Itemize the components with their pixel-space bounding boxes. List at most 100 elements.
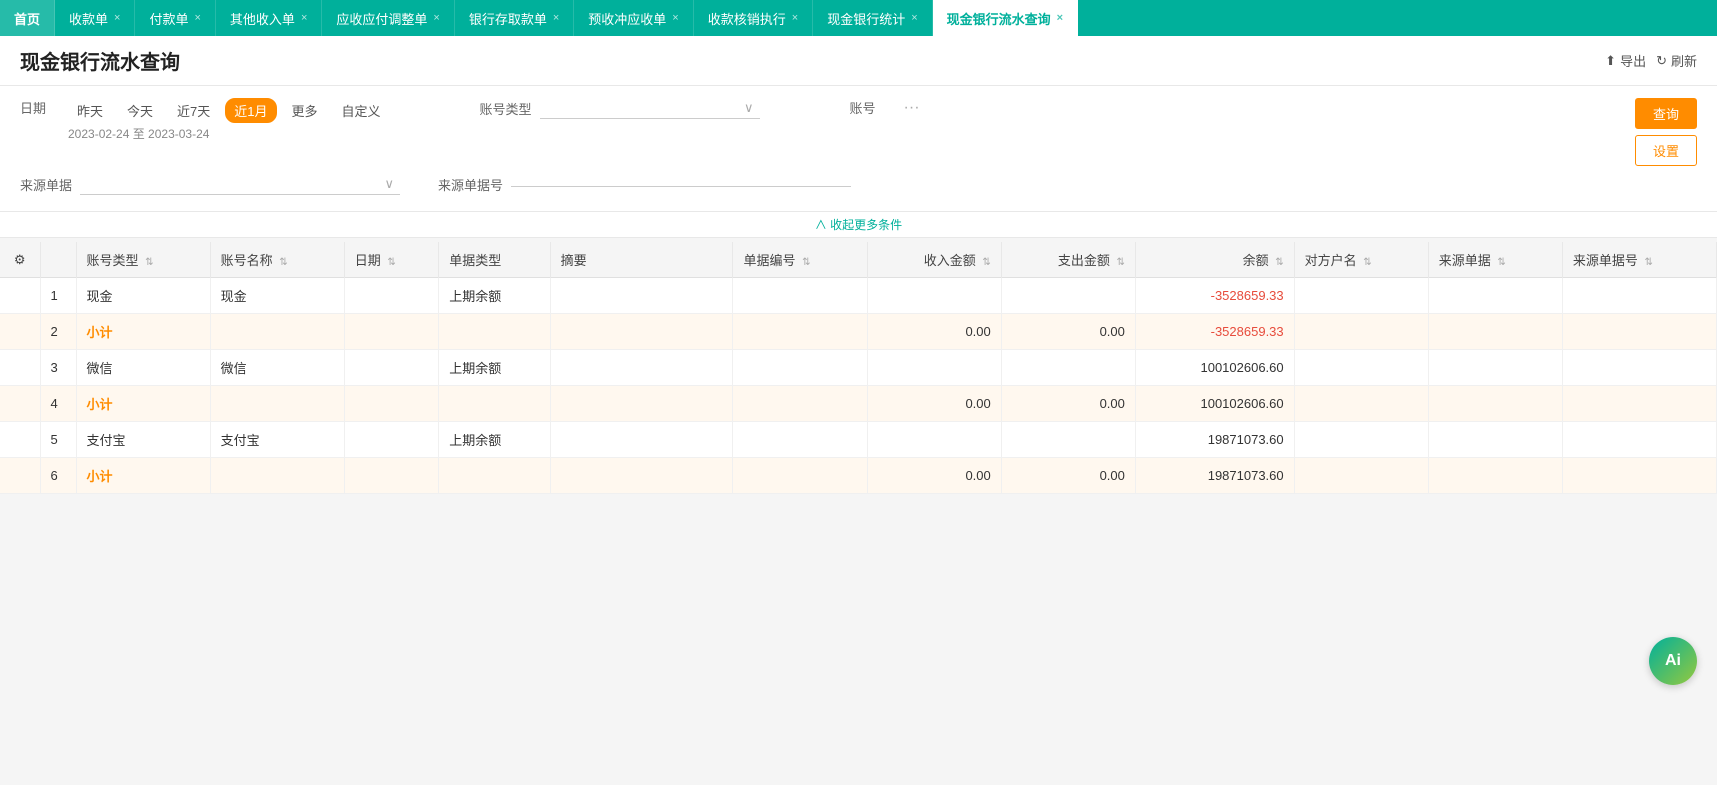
nav-bank-flow[interactable]: 现金银行流水查询 × [933, 0, 1078, 36]
source-doc-label: 来源单据 [20, 175, 72, 194]
export-button[interactable]: ⬆ 导出 [1605, 51, 1646, 70]
row-counterpart [1294, 314, 1428, 350]
row-account-name [210, 314, 344, 350]
row-seq: 6 [40, 458, 76, 494]
row-source-doc-no [1562, 350, 1716, 386]
row-date [344, 458, 439, 494]
close-payment-icon[interactable]: × [194, 12, 200, 24]
close-prepayment-icon[interactable]: × [672, 12, 678, 24]
sort-account-type-icon: ⇅ [145, 257, 153, 268]
date-yesterday[interactable]: 昨天 [68, 98, 112, 123]
row-expense [1001, 278, 1135, 314]
row-doc-type [439, 314, 550, 350]
filter-area: 日期 昨天 今天 近7天 近1月 更多 自定义 2023-02-24 至 202… [0, 86, 1717, 212]
row-gear-cell [0, 350, 40, 386]
date-today[interactable]: 今天 [118, 98, 162, 123]
date-custom[interactable]: 自定义 [333, 98, 390, 123]
counterpart-column-header[interactable]: 对方户名 ⇅ [1294, 242, 1428, 278]
row-gear-cell [0, 458, 40, 494]
nav-prepayment[interactable]: 预收冲应收单 × [574, 0, 693, 36]
row-doc-type: 上期余额 [439, 350, 550, 386]
close-bank-flow-icon[interactable]: × [1057, 12, 1063, 24]
nav-home[interactable]: 首页 [0, 0, 55, 36]
row-doc-no [733, 314, 867, 350]
nav-receipt[interactable]: 收款单 × [55, 0, 135, 36]
expense-column-header[interactable]: 支出金额 ⇅ [1001, 242, 1135, 278]
row-gear-cell [0, 314, 40, 350]
date-column-header[interactable]: 日期 ⇅ [344, 242, 439, 278]
row-date [344, 278, 439, 314]
row-date [344, 386, 439, 422]
source-doc-select[interactable]: ∨ [80, 174, 400, 195]
row-summary [550, 314, 733, 350]
date-more[interactable]: 更多 [283, 98, 327, 123]
row-seq: 1 [40, 278, 76, 314]
close-bank-deposit-icon[interactable]: × [553, 12, 559, 24]
account-type-label: 账号类型 [480, 99, 532, 118]
nav-ap-ar-adjust[interactable]: 应收应付调整单 × [322, 0, 454, 36]
table-row: 6 小计 0.00 0.00 19871073.60 [0, 458, 1717, 494]
row-source-doc-no [1562, 458, 1716, 494]
table-area: ⚙ 账号类型 ⇅ 账号名称 ⇅ 日期 ⇅ 单据类型 摘要 单据编号 ⇅ 收入金额… [0, 242, 1717, 494]
gear-column-header[interactable]: ⚙ [0, 242, 40, 278]
balance-column-header[interactable]: 余额 ⇅ [1135, 242, 1294, 278]
row-seq: 3 [40, 350, 76, 386]
row-account-type: 小计 [76, 458, 210, 494]
close-bank-stats-icon[interactable]: × [911, 12, 917, 24]
row-account-name: 微信 [210, 350, 344, 386]
data-table: ⚙ 账号类型 ⇅ 账号名称 ⇅ 日期 ⇅ 单据类型 摘要 单据编号 ⇅ 收入金额… [0, 242, 1717, 494]
row-doc-no [733, 350, 867, 386]
table-header-row: ⚙ 账号类型 ⇅ 账号名称 ⇅ 日期 ⇅ 单据类型 摘要 单据编号 ⇅ 收入金额… [0, 242, 1717, 278]
row-source-doc-no [1562, 386, 1716, 422]
nav-bank-deposit[interactable]: 银行存取款单 × [455, 0, 574, 36]
ai-badge[interactable]: Ai [1649, 637, 1697, 685]
income-column-header[interactable]: 收入金额 ⇅ [867, 242, 1001, 278]
row-doc-type: 上期余额 [439, 422, 550, 458]
source-doc-chevron-icon: ∨ [385, 176, 395, 192]
close-other-income-icon[interactable]: × [301, 12, 307, 24]
row-seq: 4 [40, 386, 76, 422]
account-type-column-header[interactable]: 账号类型 ⇅ [76, 242, 210, 278]
row-balance: 19871073.60 [1135, 422, 1294, 458]
account-name-column-header[interactable]: 账号名称 ⇅ [210, 242, 344, 278]
account-type-select[interactable]: ∨ [540, 98, 760, 119]
row-doc-type [439, 458, 550, 494]
close-collection-icon[interactable]: × [792, 12, 798, 24]
close-receipt-icon[interactable]: × [114, 12, 120, 24]
source-doc-column-header[interactable]: 来源单据 ⇅ [1428, 242, 1562, 278]
row-income: 0.00 [867, 386, 1001, 422]
source-doc-no-label: 来源单据号 [438, 175, 503, 194]
account-label: 账号 [850, 98, 890, 117]
source-doc-no-input[interactable] [511, 182, 851, 187]
sort-expense-icon: ⇅ [1117, 257, 1125, 268]
row-doc-no [733, 386, 867, 422]
nav-other-income[interactable]: 其他收入单 × [216, 0, 322, 36]
sort-account-name-icon: ⇅ [279, 257, 287, 268]
nav-bank-stats[interactable]: 现金银行统计 × [813, 0, 932, 36]
refresh-button[interactable]: ↻ 刷新 [1656, 51, 1697, 70]
settings-button[interactable]: 设置 [1635, 135, 1697, 166]
date-7days[interactable]: 近7天 [168, 98, 219, 123]
row-income: 0.00 [867, 458, 1001, 494]
row-counterpart [1294, 350, 1428, 386]
nav-collection[interactable]: 收款核销执行 × [694, 0, 813, 36]
collapse-bar[interactable]: ∧ 收起更多条件 [0, 212, 1717, 238]
row-income [867, 350, 1001, 386]
row-counterpart [1294, 278, 1428, 314]
row-date [344, 314, 439, 350]
row-counterpart [1294, 458, 1428, 494]
doc-no-column-header[interactable]: 单据编号 ⇅ [733, 242, 867, 278]
account-ellipsis[interactable]: ··· [898, 99, 926, 117]
sort-balance-icon: ⇅ [1275, 257, 1283, 268]
date-1month[interactable]: 近1月 [225, 98, 276, 123]
sort-doc-no-icon: ⇅ [802, 257, 810, 268]
close-ap-ar-icon[interactable]: × [433, 12, 439, 24]
table-row: 4 小计 0.00 0.00 100102606.60 [0, 386, 1717, 422]
source-doc-no-column-header[interactable]: 来源单据号 ⇅ [1562, 242, 1716, 278]
row-counterpart [1294, 386, 1428, 422]
row-expense [1001, 350, 1135, 386]
row-account-name [210, 386, 344, 422]
nav-payment[interactable]: 付款单 × [135, 0, 215, 36]
query-button[interactable]: 查询 [1635, 98, 1697, 129]
row-source-doc [1428, 278, 1562, 314]
